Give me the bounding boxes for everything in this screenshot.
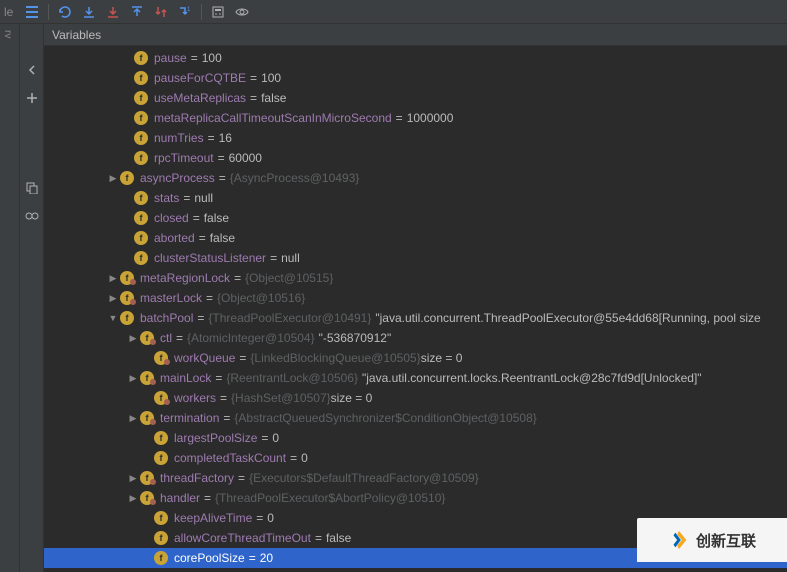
field-icon: f [120,311,134,325]
field-icon: f [134,91,148,105]
download-icon[interactable] [78,2,100,22]
upload-icon[interactable] [126,2,148,22]
download-red-icon[interactable] [102,2,124,22]
var-mainLock[interactable]: ▶fmainLock={ReentrantLock@10506}"java.ut… [44,368,787,388]
collapse-arrow[interactable]: ▼ [106,313,120,323]
field-icon: f [134,151,148,165]
expand-arrow[interactable]: ▶ [106,273,120,284]
list-icon[interactable] [21,2,43,22]
var-aborted[interactable]: faborted=false [44,228,787,248]
watch-icon[interactable] [231,2,253,22]
var-numTries[interactable]: fnumTries=16 [44,128,787,148]
left-gutter: rv [0,24,20,572]
field-icon: f [134,111,148,125]
var-useMetaReplicas[interactable]: fuseMetaReplicas=false [44,88,787,108]
field-icon: f [154,551,168,565]
expand-arrow[interactable]: ▶ [126,473,140,484]
var-completedTaskCount[interactable]: fcompletedTaskCount=0 [44,448,787,468]
logo-text: 创新互联 [696,530,756,551]
expand-arrow[interactable]: ▶ [126,493,140,504]
var-asyncProcess[interactable]: ▶fasyncProcess={AsyncProcess@10493} [44,168,787,188]
field-icon: f [134,251,148,265]
copy-icon[interactable] [24,180,40,196]
var-masterLock[interactable]: ▶fmasterLock={Object@10516} [44,288,787,308]
lock-icon [150,499,156,505]
variable-tree[interactable]: fpause=100 fpauseForCQTBE=100 fuseMetaRe… [44,46,787,572]
var-termination[interactable]: ▶ftermination={AbstractQueuedSynchronize… [44,408,787,428]
step-into-icon[interactable]: 1 [174,2,196,22]
lock-icon [164,399,170,405]
svg-text:1: 1 [187,7,191,13]
field-icon: f [154,451,168,465]
field-icon: f [134,71,148,85]
logo-icon [668,529,690,551]
expand-arrow[interactable]: ▶ [126,413,140,424]
field-icon: f [120,171,134,185]
var-metaRegionLock[interactable]: ▶fmetaRegionLock={Object@10515} [44,268,787,288]
var-clusterStatusListener[interactable]: fclusterStatusListener=null [44,248,787,268]
logo-overlay: 创新互联 [637,518,787,562]
back-icon[interactable] [24,62,40,78]
var-batchPool[interactable]: ▼fbatchPool={ThreadPoolExecutor@10491}"j… [44,308,787,328]
calculator-icon[interactable] [207,2,229,22]
field-icon: f [134,131,148,145]
var-rpcTimeout[interactable]: frpcTimeout=60000 [44,148,787,168]
lock-icon [150,419,156,425]
lock-icon [130,299,136,305]
expand-arrow[interactable]: ▶ [126,373,140,384]
lock-icon [150,479,156,485]
var-handler[interactable]: ▶fhandler={ThreadPoolExecutor$AbortPolic… [44,488,787,508]
var-metaReplicaCallTimeout[interactable]: fmetaReplicaCallTimeoutScanInMicroSecond… [44,108,787,128]
expand-arrow[interactable]: ▶ [106,293,120,304]
var-largestPoolSize[interactable]: flargestPoolSize=0 [44,428,787,448]
field-icon: f [154,511,168,525]
swap-icon[interactable] [150,2,172,22]
lock-icon [150,379,156,385]
field-icon: f [154,531,168,545]
lock-icon [130,279,136,285]
separator [48,4,49,20]
glasses-icon[interactable] [24,208,40,224]
var-pause[interactable]: fpause=100 [44,48,787,68]
field-icon: f [134,191,148,205]
add-icon[interactable] [24,90,40,106]
field-icon: f [134,211,148,225]
expand-arrow[interactable]: ▶ [106,173,120,184]
separator [201,4,202,20]
panel-title: Variables [52,28,101,42]
var-closed[interactable]: fclosed=false [44,208,787,228]
field-icon: f [134,231,148,245]
expand-arrow[interactable]: ▶ [126,333,140,344]
toolbar-label: le [4,5,13,19]
gutter-label-1[interactable]: rv [0,28,15,68]
gutter-icons [20,24,44,572]
field-icon: f [154,431,168,445]
restore-icon[interactable] [54,2,76,22]
var-stats[interactable]: fstats=null [44,188,787,208]
toolbar: le 1 [0,0,787,24]
variables-panel: Variables fpause=100 fpauseForCQTBE=100 … [44,24,787,572]
var-pauseForCQTBE[interactable]: fpauseForCQTBE=100 [44,68,787,88]
var-ctl[interactable]: ▶fctl={AtomicInteger@10504}"-536870912" [44,328,787,348]
lock-icon [150,339,156,345]
var-workQueue[interactable]: fworkQueue={LinkedBlockingQueue@10505} s… [44,348,787,368]
panel-header: Variables [44,24,787,46]
var-workers[interactable]: fworkers={HashSet@10507} size = 0 [44,388,787,408]
lock-icon [164,359,170,365]
main-area: rv Variables fpause=100 fpauseForCQTBE=1… [0,24,787,572]
field-icon: f [134,51,148,65]
var-threadFactory[interactable]: ▶fthreadFactory={Executors$DefaultThread… [44,468,787,488]
